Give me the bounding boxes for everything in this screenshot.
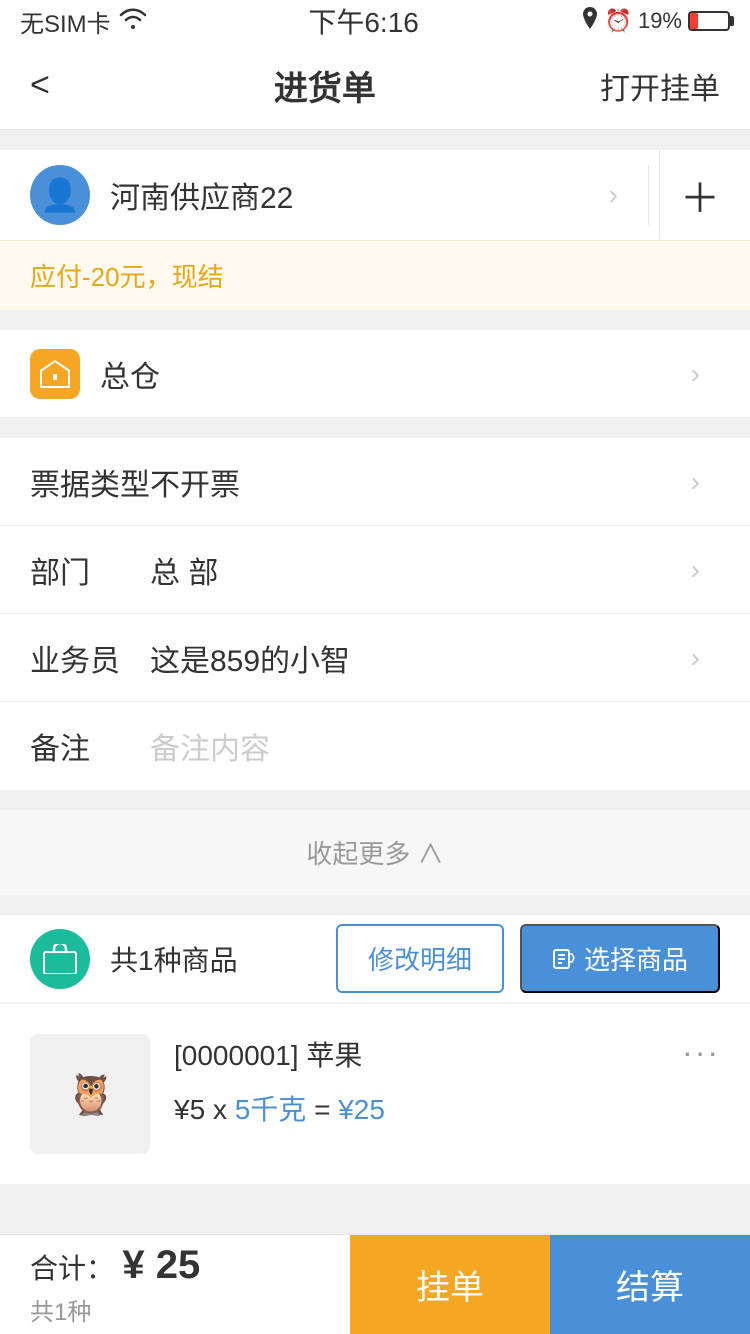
select-product-button[interactable]: 选择商品 bbox=[520, 924, 720, 993]
status-time: 下午6:16 bbox=[308, 1, 419, 41]
remarks-input[interactable]: 备注内容 bbox=[150, 724, 720, 768]
ticket-type-label: 票据类型 bbox=[30, 460, 150, 504]
salesman-chevron-icon: › bbox=[691, 642, 700, 674]
product-info: [0000001] 苹果 ¥5 x 5千克 = ¥25 bbox=[174, 1034, 658, 1128]
department-row[interactable]: 部门 总 部 › bbox=[0, 526, 750, 614]
products-count: 共1种商品 bbox=[110, 939, 336, 979]
carrier-text: 无SIM卡 bbox=[20, 4, 111, 39]
footer-total-amount: ¥ 25 bbox=[122, 1243, 200, 1287]
footer-total-label: 合计： bbox=[30, 1253, 114, 1284]
warehouse-icon bbox=[30, 349, 80, 399]
status-bar: 无SIM卡 下午6:16 ⏰ 19% bbox=[0, 0, 750, 42]
supplier-avatar: 👤 bbox=[30, 165, 90, 225]
location-icon bbox=[581, 7, 599, 35]
remarks-label: 备注 bbox=[30, 724, 150, 768]
ticket-type-value: 不开票 bbox=[150, 460, 691, 504]
battery-icon bbox=[688, 11, 730, 31]
product-name: [0000001] 苹果 bbox=[174, 1034, 658, 1074]
settle-button[interactable]: 结算 bbox=[550, 1235, 750, 1334]
product-thumbnail: 🦉 bbox=[30, 1034, 150, 1154]
alarm-icon: ⏰ bbox=[605, 8, 632, 34]
payment-info-banner: 应付-20元，现结 bbox=[0, 240, 750, 310]
supplier-section: 👤 河南供应商22 › ＋ 应付-20元，现结 bbox=[0, 150, 750, 310]
footer-total-line: 合计： ¥ 25 bbox=[30, 1243, 320, 1288]
select-product-label: 选择商品 bbox=[584, 940, 688, 977]
warehouse-row[interactable]: 总仓 › bbox=[0, 330, 750, 418]
section-gap-1 bbox=[0, 130, 750, 150]
department-chevron-icon: › bbox=[691, 554, 700, 586]
products-header: 共1种商品 修改明细 选择商品 bbox=[0, 915, 750, 1003]
status-carrier: 无SIM卡 bbox=[20, 4, 147, 39]
department-label: 部门 bbox=[30, 548, 150, 592]
nav-bar: < 进货单 打开挂单 bbox=[0, 42, 750, 130]
footer: 合计： ¥ 25 共1种 挂单 结算 bbox=[0, 1234, 750, 1334]
battery-percent: 19% bbox=[638, 8, 682, 34]
person-icon: 👤 bbox=[40, 176, 80, 214]
department-value: 总 部 bbox=[150, 548, 691, 592]
status-indicators: ⏰ 19% bbox=[581, 7, 730, 35]
ticket-type-chevron-icon: › bbox=[691, 466, 700, 498]
page-title: 进货单 bbox=[274, 61, 376, 110]
product-logo: 🦉 bbox=[66, 1071, 114, 1118]
add-supplier-button[interactable]: ＋ bbox=[659, 150, 720, 240]
product-more-button[interactable]: ··· bbox=[682, 1034, 720, 1071]
back-button[interactable]: < bbox=[30, 66, 50, 105]
supplier-row[interactable]: 👤 河南供应商22 › ＋ bbox=[0, 150, 750, 240]
supplier-divider bbox=[648, 165, 649, 225]
pending-button[interactable]: 挂单 bbox=[350, 1235, 550, 1334]
footer-total-section: 合计： ¥ 25 共1种 bbox=[0, 1243, 350, 1327]
footer-total-count: 共1种 bbox=[30, 1292, 320, 1327]
open-pending-button[interactable]: 打开挂单 bbox=[600, 64, 720, 108]
salesman-label: 业务员 bbox=[30, 636, 150, 680]
product-card: 🦉 [0000001] 苹果 ¥5 x 5千克 = ¥25 ··· bbox=[0, 1003, 750, 1184]
products-icon bbox=[30, 929, 90, 989]
supplier-name: 河南供应商22 bbox=[110, 173, 609, 217]
collapse-button[interactable]: 收起更多 ∧ bbox=[0, 810, 750, 895]
warehouse-name: 总仓 bbox=[100, 352, 691, 396]
salesman-value: 这是859的小智 bbox=[150, 636, 691, 680]
supplier-chevron-icon: › bbox=[609, 179, 618, 211]
ticket-type-row[interactable]: 票据类型 不开票 › bbox=[0, 438, 750, 526]
remarks-row[interactable]: 备注 备注内容 bbox=[0, 702, 750, 790]
wifi-icon bbox=[119, 7, 147, 36]
product-price: ¥5 x 5千克 = ¥25 bbox=[174, 1088, 658, 1128]
warehouse-chevron-icon: › bbox=[691, 358, 700, 390]
salesman-row[interactable]: 业务员 这是859的小智 › bbox=[0, 614, 750, 702]
form-section: 票据类型 不开票 › 部门 总 部 › 业务员 这是859的小智 › 备注 备注… bbox=[0, 438, 750, 790]
edit-detail-button[interactable]: 修改明细 bbox=[336, 924, 504, 993]
